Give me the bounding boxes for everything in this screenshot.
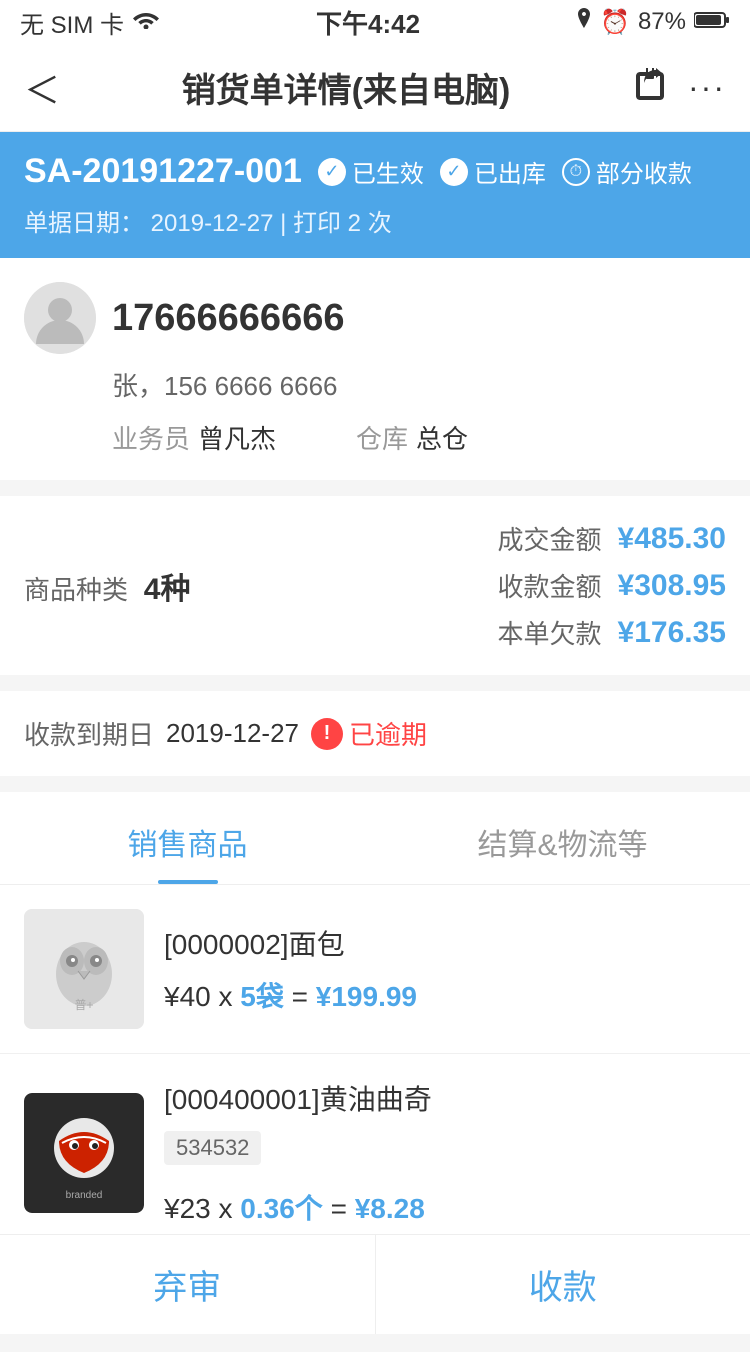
nav-actions: ··· <box>632 66 726 109</box>
badge-partial: ⏱ 部分收款 <box>562 154 692 189</box>
header-banner: SA-20191227-001 ✓ 已生效 ✓ 已出库 ⏱ 部分收款 单据日期：… <box>0 132 750 258</box>
due-section: 收款到期日 2019-12-27 ! 已逾期 <box>0 691 750 776</box>
more-icon[interactable]: ··· <box>688 69 726 106</box>
battery-icon <box>694 8 730 36</box>
amount-label: 成交金额 <box>498 520 602 557</box>
product-qty-1: 5袋 <box>240 981 284 1012</box>
product-name-1: [0000002]面包 <box>164 923 726 963</box>
order-id: SA-20191227-001 <box>24 152 302 191</box>
nav-bar: ＜ 销货单详情(来自电脑) ··· <box>0 44 750 132</box>
due-date: 2019-12-27 <box>166 718 299 749</box>
tab-settlement[interactable]: 结算&物流等 <box>375 792 750 884</box>
sales-label: 业务员 <box>112 419 190 456</box>
owed-row: 本单欠款 ¥176.35 <box>375 614 726 651</box>
svg-text:branded: branded <box>66 1190 103 1201</box>
product-price-1: ¥40 x 5袋 = ¥199.99 <box>164 975 726 1015</box>
location-icon <box>576 8 592 37</box>
warehouse-label: 仓库 <box>356 419 408 456</box>
customer-section: 17666666666 张，156 6666 6666 业务员 曾凡杰 仓库 总… <box>0 258 750 480</box>
product-price-2: ¥23 x 0.36个 = ¥8.28 <box>164 1187 726 1227</box>
tabs-header: 销售商品 结算&物流等 <box>0 792 750 885</box>
check-icon-2: ✓ <box>440 158 468 186</box>
avatar <box>24 282 96 354</box>
stats-left: 商品种类 4种 <box>24 564 375 608</box>
badge-effective: ✓ 已生效 <box>318 154 424 189</box>
svg-text:普+: 普+ <box>74 998 93 1012</box>
page-title: 销货单详情(来自电脑) <box>182 63 511 112</box>
product-name-2: [000400001]黄油曲奇 <box>164 1078 726 1118</box>
received-label: 收款金额 <box>498 567 602 604</box>
status-bar: 无 SIM 卡 下午4:42 ⏰ 87% <box>0 0 750 44</box>
due-label: 收款到期日 <box>24 715 154 752</box>
stats-section: 商品种类 4种 成交金额 ¥485.30 收款金额 ¥308.95 本单欠款 ¥… <box>0 496 750 675</box>
status-time: 下午4:42 <box>316 4 420 41</box>
wifi-icon <box>132 8 160 36</box>
stats-right: 成交金额 ¥485.30 收款金额 ¥308.95 本单欠款 ¥176.35 <box>375 520 726 651</box>
owed-label: 本单欠款 <box>498 614 602 651</box>
sim-status: 无 SIM 卡 <box>20 5 124 40</box>
tabs-section: 销售商品 结算&物流等 普+ <box>0 792 750 1252</box>
overdue-text: 已逾期 <box>349 715 427 752</box>
alarm-icon: ⏰ <box>600 8 630 37</box>
back-button[interactable]: ＜ <box>24 62 60 114</box>
product-total-2: ¥8.28 <box>355 1193 425 1224</box>
received-row: 收款金额 ¥308.95 <box>375 567 726 604</box>
confirm-button[interactable]: 收款 <box>376 1235 750 1334</box>
received-value: ¥308.95 <box>618 569 726 603</box>
overdue-badge: ! 已逾期 <box>311 715 427 752</box>
banner-date: 单据日期： 2019-12-27 | 打印 2 次 <box>24 203 726 238</box>
product-info-1: [0000002]面包 ¥40 x 5袋 = ¥199.99 <box>164 923 726 1015</box>
tab-sales-goods[interactable]: 销售商品 <box>0 792 375 884</box>
battery-text: 87% <box>638 8 686 36</box>
check-icon-1: ✓ <box>318 158 346 186</box>
overdue-icon: ! <box>311 718 343 750</box>
badge-shipped: ✓ 已出库 <box>440 154 546 189</box>
goods-type-label: 商品种类 <box>24 575 128 605</box>
product-list: 普+ [0000002]面包 ¥40 x 5袋 = ¥199.99 <box>0 885 750 1252</box>
product-total-1: ¥199.99 <box>316 981 417 1012</box>
amount-row: 成交金额 ¥485.30 <box>375 520 726 557</box>
status-left: 无 SIM 卡 <box>20 5 160 40</box>
sales-name: 曾凡杰 <box>198 419 276 456</box>
product-sku-2: 534532 <box>164 1131 261 1165</box>
bottom-bar: 弃审 收款 <box>0 1234 750 1334</box>
share-icon[interactable] <box>632 66 668 109</box>
owed-value: ¥176.35 <box>618 616 726 650</box>
product-qty-2: 0.36个 <box>240 1193 323 1224</box>
customer-phone: 17666666666 <box>112 297 344 340</box>
customer-name-info: 张，156 6666 6666 <box>24 366 726 403</box>
status-right: ⏰ 87% <box>576 8 730 37</box>
amount-value: ¥485.30 <box>618 522 726 556</box>
product-thumbnail-1: 普+ <box>24 909 144 1029</box>
customer-meta: 业务员 曾凡杰 仓库 总仓 <box>24 419 726 456</box>
warehouse-name: 总仓 <box>416 419 468 456</box>
cancel-button[interactable]: 弃审 <box>0 1235 376 1334</box>
list-item: branded [000400001]黄油曲奇 534532 ¥23 x 0.3… <box>0 1054 750 1252</box>
product-thumbnail-2: branded <box>24 1093 144 1213</box>
list-item: 普+ [0000002]面包 ¥40 x 5袋 = ¥199.99 <box>0 885 750 1054</box>
product-info-2: [000400001]黄油曲奇 534532 ¥23 x 0.36个 = ¥8.… <box>164 1078 726 1227</box>
goods-count: 4种 <box>144 573 191 606</box>
clock-icon: ⏱ <box>562 158 590 186</box>
